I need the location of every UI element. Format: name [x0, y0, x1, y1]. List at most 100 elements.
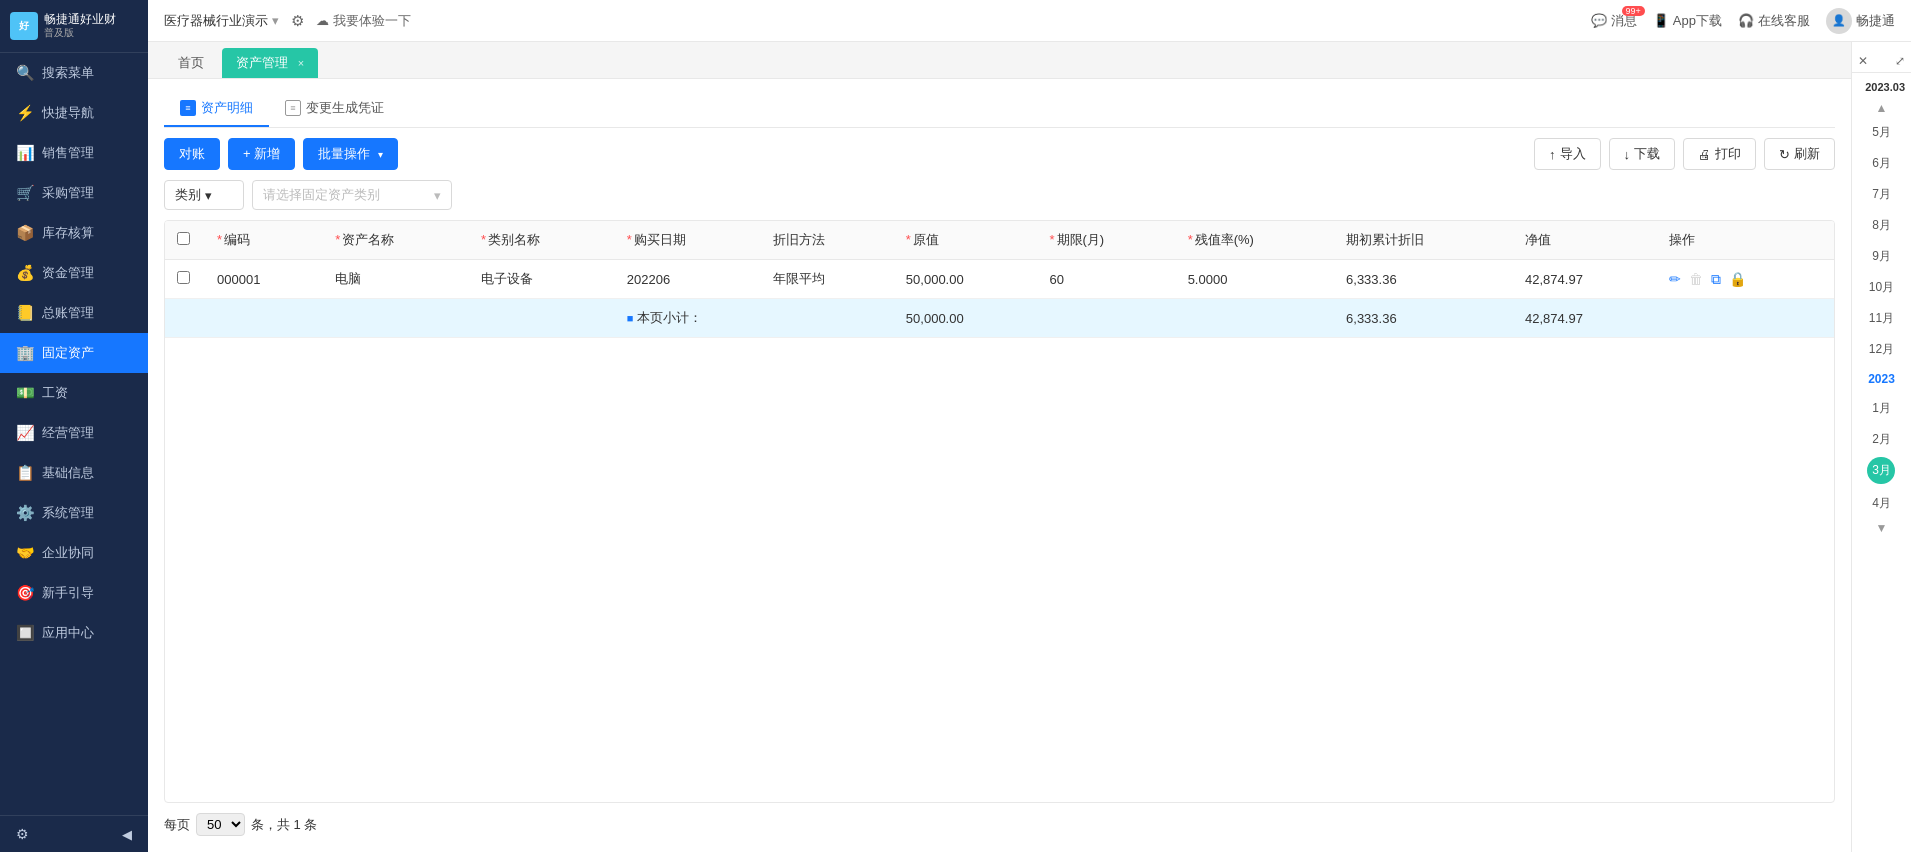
app-download-label: App下载 — [1673, 12, 1722, 30]
th-initial-depreciation: 期初累计折旧 — [1334, 221, 1513, 260]
company-name: 医疗器械行业演示 — [164, 12, 268, 30]
month-10[interactable]: 10月 — [1864, 274, 1899, 301]
sidebar: 好 畅捷通好业财 普及版 🔍 搜索菜单 ⚡ 快捷导航 📊 销售管理 🛒 采购管理… — [0, 0, 148, 852]
edit-icon[interactable]: ✏ — [1669, 271, 1681, 287]
sidebar-item-quick-nav[interactable]: ⚡ 快捷导航 — [0, 93, 148, 133]
month-5[interactable]: 5月 — [1864, 119, 1899, 146]
category-select-label[interactable]: 类别 ▾ — [164, 180, 244, 210]
logo-icon: 好 — [10, 12, 38, 40]
search-icon: 🔍 — [16, 64, 34, 82]
row-checkbox[interactable] — [177, 271, 190, 284]
ledger-icon: 📒 — [16, 304, 34, 322]
user-area[interactable]: 👤 畅捷通 — [1826, 8, 1895, 34]
sidebar-item-operations[interactable]: 📈 经营管理 — [0, 413, 148, 453]
message-icon: 💬 — [1591, 13, 1607, 28]
sidebar-item-enterprise[interactable]: 🤝 企业协同 — [0, 533, 148, 573]
refresh-label: 刷新 — [1794, 145, 1820, 163]
change-voucher-icon: ≡ — [285, 100, 301, 116]
select-all-checkbox[interactable] — [177, 232, 190, 245]
category-value-select[interactable]: 请选择固定资产类别 ▾ — [252, 180, 452, 210]
close-icon[interactable]: × — [298, 57, 304, 69]
top-bar: 医疗器械行业演示 ▾ ⚙ ☁ 我要体验一下 💬 消息 99+ 📱 App下载 🎧… — [148, 0, 1911, 42]
sidebar-item-basic-info[interactable]: 📋 基础信息 — [0, 453, 148, 493]
year-label: 2023.03 — [1852, 77, 1911, 97]
td-net-value: 42,874.97 — [1513, 260, 1657, 299]
sidebar-item-salary[interactable]: 💵 工资 — [0, 373, 148, 413]
month-8[interactable]: 8月 — [1864, 212, 1899, 239]
th-code: *编码 — [205, 221, 323, 260]
month-11[interactable]: 11月 — [1864, 305, 1899, 332]
sub-tabs: ≡ 资产明细 ≡ 变更生成凭证 — [164, 91, 1835, 128]
sub-tab-asset-detail[interactable]: ≡ 资产明细 — [164, 91, 269, 127]
th-asset-name: *资产名称 — [323, 221, 469, 260]
td-depreciation-method: 年限平均 — [761, 260, 894, 299]
month-4[interactable]: 4月 — [1864, 490, 1899, 517]
sidebar-item-system[interactable]: ⚙️ 系统管理 — [0, 493, 148, 533]
message-btn[interactable]: 💬 消息 99+ — [1591, 12, 1637, 30]
gear-icon[interactable]: ⚙ — [291, 12, 304, 30]
new-button[interactable]: + 新增 — [228, 138, 295, 170]
sidebar-item-sales[interactable]: 📊 销售管理 — [0, 133, 148, 173]
sidebar-item-purchase[interactable]: 🛒 采购管理 — [0, 173, 148, 213]
asset-detail-icon: ≡ — [180, 100, 196, 116]
experience-btn[interactable]: ☁ 我要体验一下 — [316, 12, 411, 30]
settings-icon[interactable]: ⚙ — [16, 826, 29, 842]
sidebar-item-guide[interactable]: 🎯 新手引导 — [0, 573, 148, 613]
content-area: 首页 资产管理 × ≡ 资产明细 ≡ 变更生成凭证 — [148, 42, 1911, 852]
copy-icon[interactable]: ⧉ — [1711, 271, 1721, 288]
month-12[interactable]: 12月 — [1864, 336, 1899, 363]
close-panel-icon[interactable]: ✕ — [1858, 54, 1868, 68]
collapse-button[interactable]: ◀ — [122, 827, 132, 842]
refresh-button[interactable]: ↻ 刷新 — [1764, 138, 1835, 170]
sidebar-item-label: 新手引导 — [42, 584, 94, 602]
enterprise-icon: 🤝 — [16, 544, 34, 562]
export-button[interactable]: ↑ 导入 — [1534, 138, 1601, 170]
th-actions: 操作 — [1657, 221, 1834, 260]
tab-home[interactable]: 首页 — [164, 48, 218, 78]
asset-table: *编码 *资产名称 *类别名称 *购买日期 折旧方法 *原值 *期限(月) *残… — [164, 220, 1835, 803]
sidebar-item-search[interactable]: 🔍 搜索菜单 — [0, 53, 148, 93]
delete-icon[interactable]: 🗑 — [1689, 271, 1703, 287]
cloud-icon: ☁ — [316, 13, 329, 28]
filter-row: 类别 ▾ 请选择固定资产类别 ▾ — [164, 180, 1835, 210]
online-service-btn[interactable]: 🎧 在线客服 — [1738, 12, 1810, 30]
page-size-select[interactable]: 50 — [196, 813, 245, 836]
sidebar-nav: 🔍 搜索菜单 ⚡ 快捷导航 📊 销售管理 🛒 采购管理 📦 库存核算 💰 资金管… — [0, 53, 148, 815]
print-icon: 🖨 — [1698, 147, 1711, 162]
sidebar-item-capital[interactable]: 💰 资金管理 — [0, 253, 148, 293]
month-2[interactable]: 2月 — [1864, 426, 1899, 453]
sidebar-item-app-center[interactable]: 🔲 应用中心 — [0, 613, 148, 653]
lock-icon[interactable]: 🔒 — [1729, 271, 1746, 287]
td-code: 000001 — [205, 260, 323, 299]
logo-text-block: 畅捷通好业财 普及版 — [44, 12, 116, 40]
month-9[interactable]: 9月 — [1864, 243, 1899, 270]
print-button[interactable]: 🖨 打印 — [1683, 138, 1756, 170]
tab-asset-management[interactable]: 资产管理 × — [222, 48, 318, 78]
reconcile-button[interactable]: 对账 — [164, 138, 220, 170]
download-button[interactable]: ↓ 下载 — [1609, 138, 1676, 170]
print-label: 打印 — [1715, 145, 1741, 163]
scroll-down-icon[interactable]: ▼ — [1876, 521, 1888, 535]
page-content: 首页 资产管理 × ≡ 资产明细 ≡ 变更生成凭证 — [148, 42, 1851, 852]
tab-label: 资产管理 — [236, 55, 288, 70]
scroll-up-icon[interactable]: ▲ — [1876, 101, 1888, 115]
month-6[interactable]: 6月 — [1864, 150, 1899, 177]
sidebar-item-fixed-assets[interactable]: 🏢 固定资产 — [0, 333, 148, 373]
th-period: *期限(月) — [1037, 221, 1175, 260]
td-subtotal-period-empty — [1037, 299, 1334, 338]
sidebar-item-ledger[interactable]: 📒 总账管理 — [0, 293, 148, 333]
sidebar-item-label: 工资 — [42, 384, 68, 402]
experience-label: 我要体验一下 — [333, 12, 411, 30]
month-1[interactable]: 1月 — [1864, 395, 1899, 422]
batch-ops-button[interactable]: 批量操作 ▾ — [303, 138, 398, 170]
sidebar-item-label: 销售管理 — [42, 144, 94, 162]
guide-icon: 🎯 — [16, 584, 34, 602]
month-7[interactable]: 7月 — [1864, 181, 1899, 208]
month-3-active[interactable]: 3月 — [1867, 457, 1895, 484]
app-name: 畅捷通好业财 — [44, 12, 116, 26]
sub-tab-change-voucher[interactable]: ≡ 变更生成凭证 — [269, 91, 400, 127]
expand-panel-icon[interactable]: ⤢ — [1895, 54, 1905, 68]
year-2023-label: 2023 — [1864, 367, 1899, 391]
sidebar-item-inventory[interactable]: 📦 库存核算 — [0, 213, 148, 253]
app-download-btn[interactable]: 📱 App下载 — [1653, 12, 1722, 30]
